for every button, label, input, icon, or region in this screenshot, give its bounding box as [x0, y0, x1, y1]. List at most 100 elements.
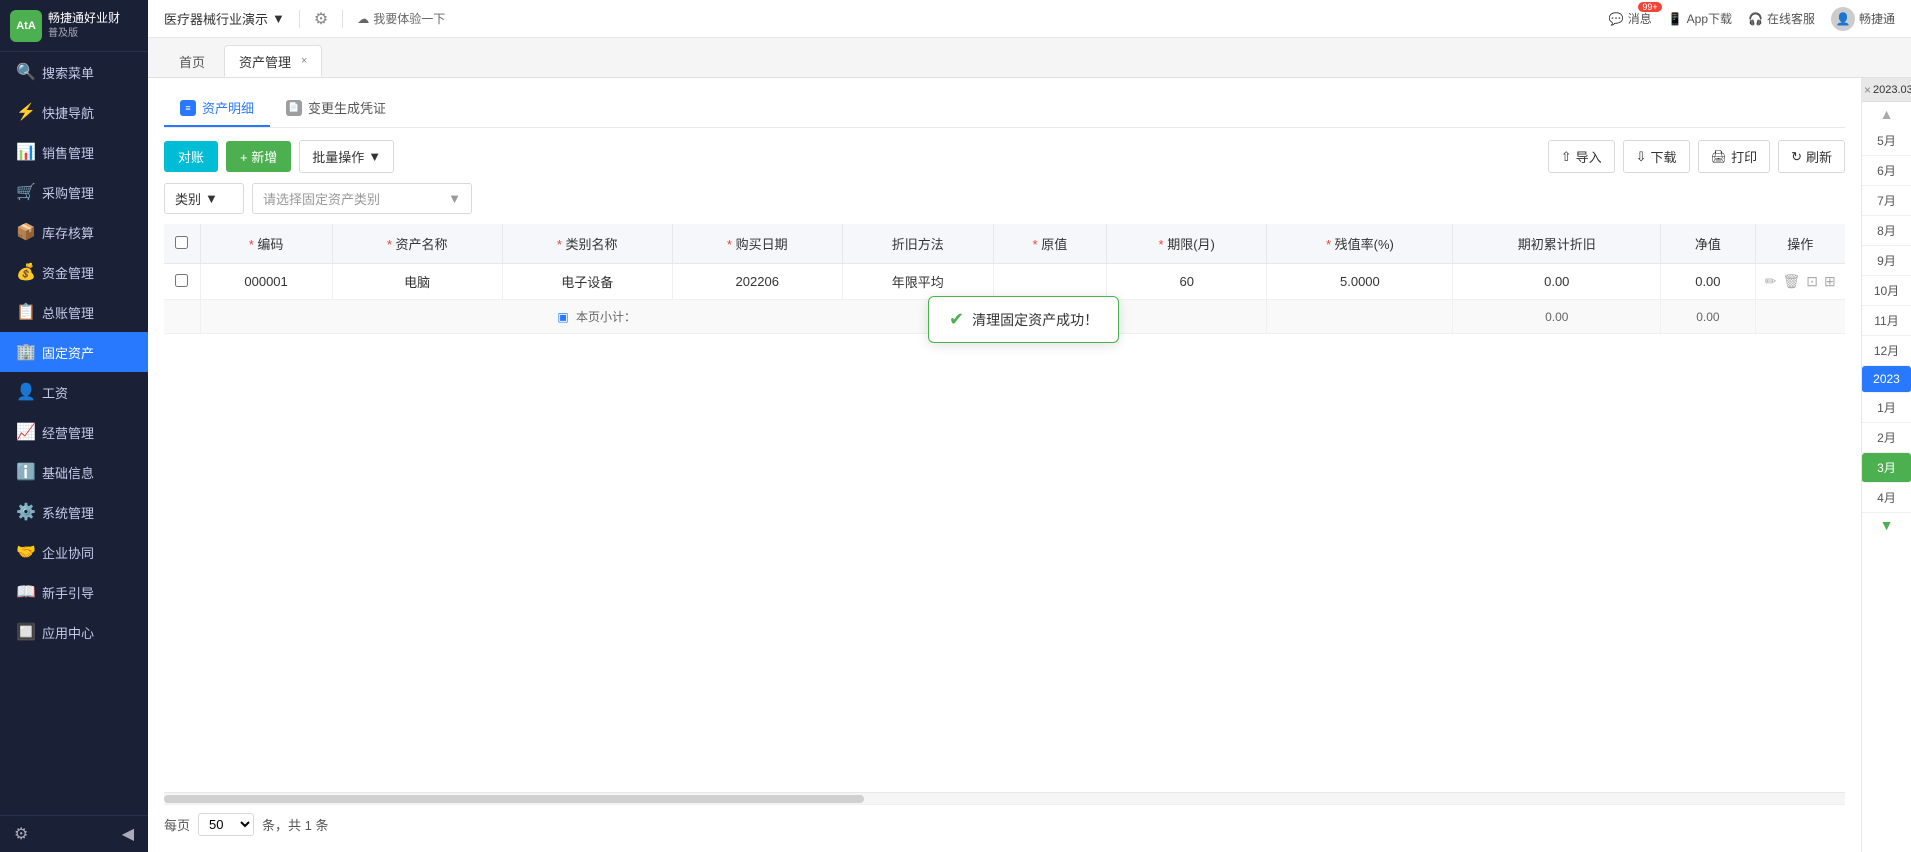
sub-tab-voucher[interactable]: 📄 变更生成凭证 — [270, 90, 402, 127]
collapse-icon[interactable]: ◀ — [122, 824, 134, 844]
user-menu[interactable]: 👤 畅捷通 — [1831, 7, 1895, 31]
operations-icon: 📈 — [16, 422, 34, 442]
sidebar-bottom: ⚙ ◀ — [0, 815, 148, 852]
rp-year-2023[interactable]: 2023 — [1862, 366, 1911, 393]
rp-up-arrow[interactable]: ▲ — [1876, 102, 1898, 126]
sidebar-nav: 🔍 搜索菜单 ⚡ 快捷导航 📊 销售管理 🛒 采购管理 📦 库存核算 💰 资金管… — [0, 52, 148, 815]
sidebar-item-basic-info[interactable]: ℹ️ 基础信息 — [0, 452, 148, 492]
funds-icon: 💰 — [16, 262, 34, 282]
rp-month-4[interactable]: 4月 — [1862, 483, 1911, 513]
row-actions: ✏ 🗑 ⊡ ⊞ — [1755, 264, 1845, 300]
row-checkbox[interactable] — [164, 264, 200, 300]
category-input[interactable]: 请选择固定资产类别 ▼ — [252, 183, 472, 214]
sub-tab-asset-detail[interactable]: ≡ 资产明细 — [164, 90, 270, 127]
add-button[interactable]: + 新增 — [226, 141, 291, 172]
sidebar-item-ledger[interactable]: 📋 总账管理 — [0, 292, 148, 332]
company-selector[interactable]: 医疗器械行业演示 ▼ — [164, 9, 285, 28]
sidebar-item-appstore[interactable]: 🔲 应用中心 — [0, 612, 148, 652]
edit-icon[interactable]: ✏ — [1765, 273, 1777, 290]
sidebar-item-funds[interactable]: 💰 资金管理 — [0, 252, 148, 292]
th-name: 资产名称 — [332, 224, 502, 264]
sidebar-item-operations[interactable]: 📈 经营管理 — [0, 412, 148, 452]
sidebar-item-fixed-assets[interactable]: 🏢 固定资产 — [0, 332, 148, 372]
rp-month-5[interactable]: 5月 — [1862, 126, 1911, 156]
more-icon[interactable]: ⊞ — [1824, 273, 1836, 290]
rp-month-10[interactable]: 10月 — [1862, 276, 1911, 306]
sidebar-item-quicknav[interactable]: ⚡ 快捷导航 — [0, 92, 148, 132]
import-icon: ⇧ — [1561, 149, 1572, 165]
rp-month-1[interactable]: 1月 — [1862, 393, 1911, 423]
rp-close-icon[interactable]: × — [1864, 83, 1871, 97]
rp-down-arrow[interactable]: ▼ — [1876, 513, 1898, 537]
pagination: 每页 50 100 200 条，共 1 条 — [164, 804, 1845, 840]
print-button[interactable]: 🖨 打印 — [1698, 140, 1771, 173]
row-original-value — [993, 264, 1106, 300]
subtotal-net: 0.00 — [1661, 300, 1755, 334]
messages-label: 消息 — [1628, 10, 1652, 27]
sidebar-item-label: 应用中心 — [42, 623, 94, 642]
sidebar-item-guide[interactable]: 📖 新手引导 — [0, 572, 148, 612]
rp-month-2[interactable]: 2月 — [1862, 423, 1911, 453]
inventory-icon: 📦 — [16, 222, 34, 242]
reconcile-button[interactable]: 对账 — [164, 141, 218, 172]
per-page-select[interactable]: 50 100 200 — [198, 813, 254, 836]
logo-sub: 普及版 — [48, 27, 120, 40]
feedback-btn[interactable]: ☁ 我要体验一下 — [357, 10, 445, 27]
tab-asset-management[interactable]: 资产管理 × — [224, 45, 322, 77]
rp-month-12[interactable]: 12月 — [1862, 336, 1911, 366]
tab-home[interactable]: 首页 — [164, 45, 220, 77]
th-depreciation: 折旧方法 — [842, 224, 993, 264]
delete-icon[interactable]: 🗑 — [1782, 273, 1800, 290]
h-scroll-thumb[interactable] — [164, 795, 864, 803]
logo: AtA 畅捷通好业财 普及版 — [0, 0, 148, 52]
sub-tab-voucher-label: 变更生成凭证 — [308, 98, 386, 117]
select-all-checkbox[interactable] — [175, 236, 188, 249]
toast-message: 清理固定资产成功！ — [972, 310, 1098, 330]
voucher-icon: 📄 — [286, 100, 302, 116]
sidebar-item-inventory[interactable]: 📦 库存核算 — [0, 212, 148, 252]
batch-ops-arrow: ▼ — [368, 149, 381, 164]
sidebar-item-label: 库存核算 — [42, 223, 94, 242]
sidebar-item-label: 搜索菜单 — [42, 63, 94, 82]
topbar: 医疗器械行业演示 ▼ ⚙ ☁ 我要体验一下 💬 消息 99+ 📱 App下载 🎧… — [148, 0, 1911, 38]
refresh-button[interactable]: ↻ 刷新 — [1778, 140, 1845, 173]
download-button[interactable]: ⇩ 下载 — [1623, 140, 1690, 173]
rp-month-9[interactable]: 9月 — [1862, 246, 1911, 276]
sidebar-item-enterprise[interactable]: 🤝 企业协同 — [0, 532, 148, 572]
app-download-btn[interactable]: 📱 App下载 — [1668, 10, 1732, 27]
row-name: 电脑 — [332, 264, 502, 300]
sidebar-item-system[interactable]: ⚙️ 系统管理 — [0, 492, 148, 532]
category-input-placeholder: 请选择固定资产类别 — [263, 189, 380, 208]
rp-month-6[interactable]: 6月 — [1862, 156, 1911, 186]
copy-icon[interactable]: ⊡ — [1806, 273, 1818, 290]
sidebar-item-label: 资金管理 — [42, 263, 94, 282]
import-button[interactable]: ⇧ 导入 — [1548, 140, 1615, 173]
topbar-settings-icon[interactable]: ⚙ — [314, 9, 328, 29]
online-support-btn[interactable]: 🎧 在线客服 — [1748, 10, 1815, 27]
rp-month-7[interactable]: 7月 — [1862, 186, 1911, 216]
tab-close-icon[interactable]: × — [301, 55, 307, 67]
messages-btn[interactable]: 💬 消息 99+ — [1609, 10, 1652, 27]
category-arrow: ▼ — [205, 191, 218, 206]
feedback-icon: ☁ — [357, 12, 369, 26]
rp-month-11[interactable]: 11月 — [1862, 306, 1911, 336]
th-checkbox[interactable] — [164, 224, 200, 264]
sidebar-item-sales[interactable]: 📊 销售管理 — [0, 132, 148, 172]
row-category: 电子设备 — [502, 264, 672, 300]
refresh-label: 刷新 — [1806, 147, 1832, 166]
row-select-checkbox[interactable] — [175, 274, 188, 287]
settings-icon[interactable]: ⚙ — [14, 824, 28, 844]
rp-month-3-current[interactable]: 3月 — [1862, 453, 1911, 483]
rp-month-8[interactable]: 8月 — [1862, 216, 1911, 246]
download-label: 下载 — [1651, 147, 1677, 166]
sidebar-item-purchase[interactable]: 🛒 采购管理 — [0, 172, 148, 212]
sidebar-item-search[interactable]: 🔍 搜索菜单 — [0, 52, 148, 92]
row-code: 000001 — [200, 264, 332, 300]
sidebar-item-payroll[interactable]: 👤 工资 — [0, 372, 148, 412]
filter-bar: 类别 ▼ 请选择固定资产类别 ▼ — [164, 183, 1845, 214]
quicknav-icon: ⚡ — [16, 102, 34, 122]
batch-ops-button[interactable]: 批量操作 ▼ — [299, 140, 394, 173]
category-filter[interactable]: 类别 ▼ — [164, 183, 244, 214]
h-scrollbar[interactable] — [164, 792, 1845, 804]
sales-icon: 📊 — [16, 142, 34, 162]
